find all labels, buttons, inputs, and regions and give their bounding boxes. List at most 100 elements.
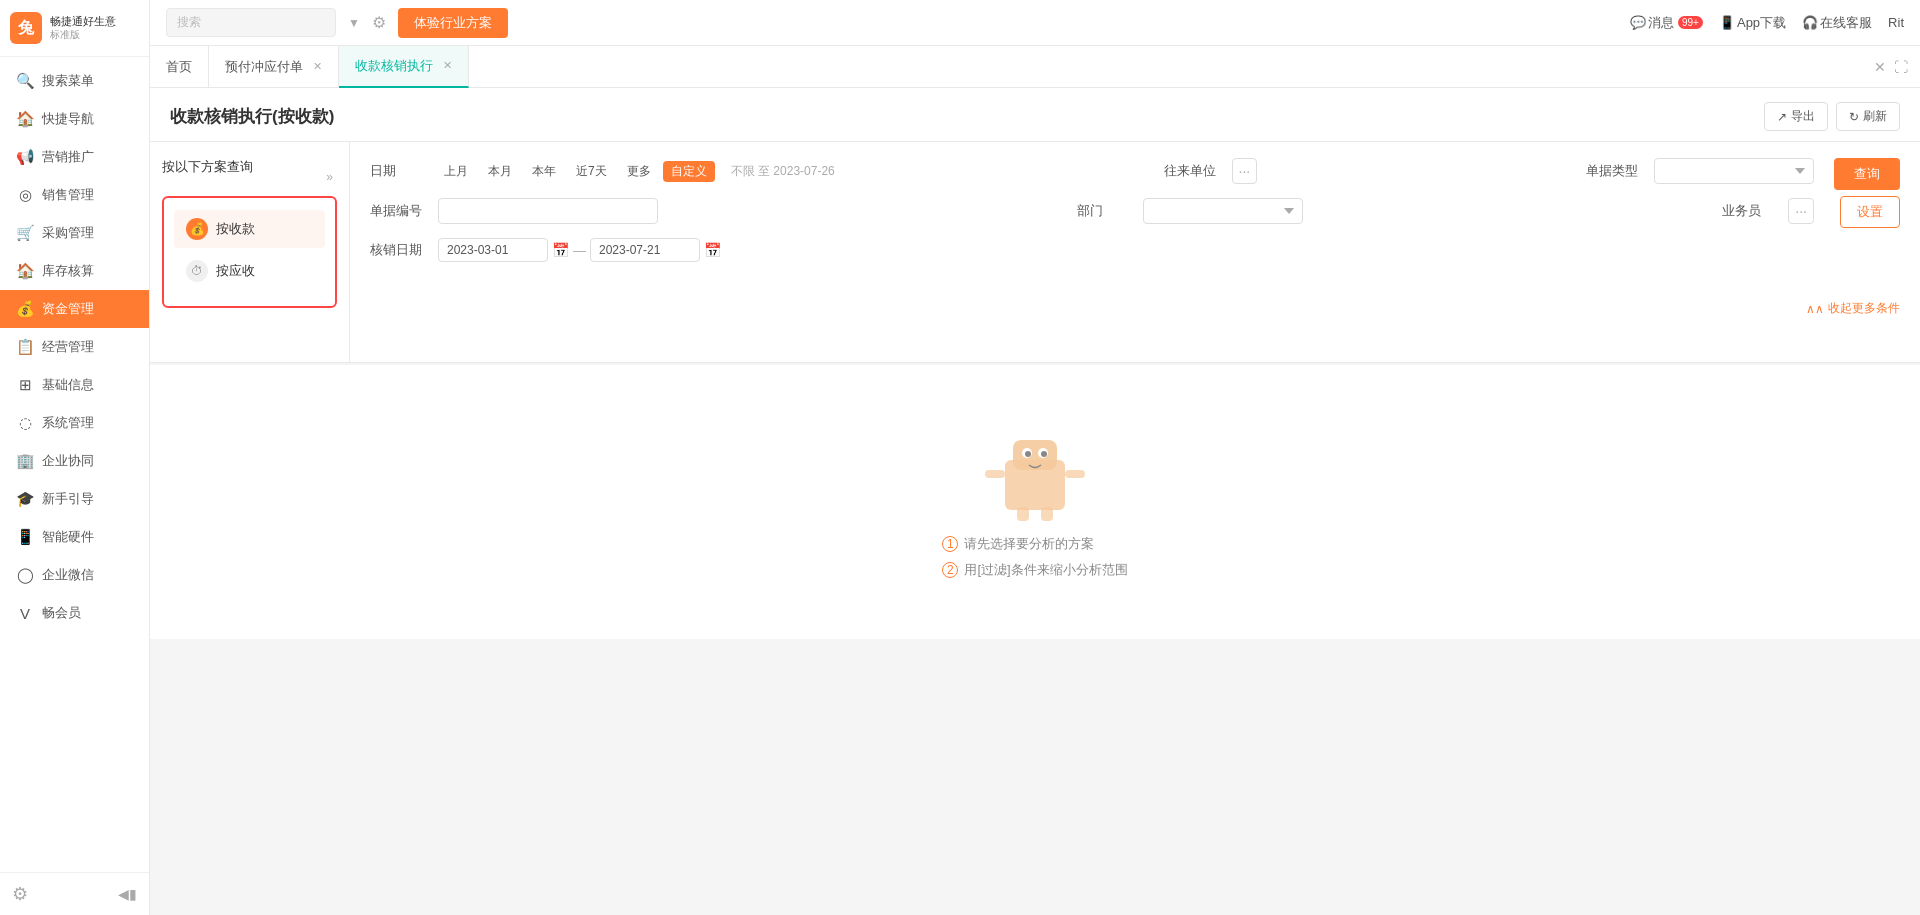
verify-date-start-input[interactable] <box>438 238 548 262</box>
marketing-icon: 📢 <box>16 148 34 166</box>
sidebar-item-hardware[interactable]: 📱 智能硬件 <box>0 518 149 556</box>
collapse-sidebar-icon[interactable]: ◀▮ <box>118 886 137 902</box>
user-name[interactable]: Rit <box>1888 15 1904 30</box>
sidebar-item-basic-info[interactable]: ⊞ 基础信息 <box>0 366 149 404</box>
doc-type-select[interactable] <box>1654 158 1814 184</box>
setting-button[interactable]: 设置 <box>1840 196 1900 228</box>
query-panel: 按以下方案查询 » 💰 按收款 ⏱ 按应收 <box>150 142 350 362</box>
doc-no-input[interactable] <box>438 198 658 224</box>
sidebar-item-label: 营销推广 <box>42 148 94 166</box>
tab-prepay-close-icon[interactable]: ✕ <box>313 60 322 73</box>
industry-solution-button[interactable]: 体验行业方案 <box>398 8 508 38</box>
date-btn-custom[interactable]: 自定义 <box>663 161 715 182</box>
staff-more-icon[interactable]: ··· <box>1788 198 1814 224</box>
query-option-receipt-label: 按收款 <box>216 220 255 238</box>
tab-home[interactable]: 首页 <box>150 46 209 88</box>
tab-actions: ✕ ⛶ <box>1874 59 1920 75</box>
topbar-left: 搜索 ▼ ⚙ 体验行业方案 <box>166 8 508 38</box>
sidebar-item-weixin[interactable]: ◯ 企业微信 <box>0 556 149 594</box>
main-area: 搜索 ▼ ⚙ 体验行业方案 💬 消息 99+ 📱 App下载 🎧 在线客服 Ri… <box>150 0 1920 915</box>
topbar: 搜索 ▼ ⚙ 体验行业方案 💬 消息 99+ 📱 App下载 🎧 在线客服 Ri… <box>150 0 1920 46</box>
sidebar-item-inventory[interactable]: 🏠 库存核算 <box>0 252 149 290</box>
sidebar-item-quick-nav[interactable]: 🏠 快捷导航 <box>0 100 149 138</box>
svg-rect-7 <box>1065 470 1085 478</box>
filter-row-1: 日期 上月 本月 本年 近7天 更多 自定义 不限 至 2023-07-26 <box>370 158 1814 184</box>
verify-date-start-calendar-icon[interactable]: 📅 <box>552 242 569 258</box>
verify-date-end-input[interactable] <box>590 238 700 262</box>
dept-label: 部门 <box>1077 202 1127 220</box>
date-shortcuts: 上月 本月 本年 近7天 更多 自定义 <box>436 161 715 182</box>
app-logo: 兔 畅捷通好生意 标准版 <box>0 0 149 57</box>
expand-icon[interactable]: ⛶ <box>1894 59 1908 75</box>
query-option-by-receipt[interactable]: 💰 按收款 <box>174 210 325 248</box>
tabbar: 首页 预付冲应付单 ✕ 收款核销执行 ✕ ✕ ⛶ <box>150 46 1920 88</box>
receivable-option-icon: ⏱ <box>186 260 208 282</box>
query-panel-collapse-icon[interactable]: » <box>322 166 337 188</box>
dropdown-arrow-icon[interactable]: ▼ <box>348 16 360 30</box>
export-label: 导出 <box>1791 108 1815 125</box>
empty-svg-icon <box>975 425 1095 525</box>
query-option-by-receivable[interactable]: ⏱ 按应收 <box>174 252 325 290</box>
tab-receipt-verify[interactable]: 收款核销执行 ✕ <box>339 46 469 88</box>
query-options-border: 💰 按收款 ⏱ 按应收 <box>162 196 337 308</box>
dept-select[interactable] <box>1143 198 1303 224</box>
finance-icon: 💰 <box>16 300 34 318</box>
message-badge: 99+ <box>1678 16 1703 29</box>
tab-prepay[interactable]: 预付冲应付单 ✕ <box>209 46 339 88</box>
page-header-actions: ↗ 导出 ↻ 刷新 <box>1764 102 1900 131</box>
basic-info-icon: ⊞ <box>16 376 34 394</box>
tab-prepay-label: 预付冲应付单 <box>225 58 303 76</box>
sidebar-item-enterprise[interactable]: 🏢 企业协同 <box>0 442 149 480</box>
sidebar-item-label: 搜索菜单 <box>42 72 94 90</box>
sidebar-item-guide[interactable]: 🎓 新手引导 <box>0 480 149 518</box>
filter-row-2: 单据编号 部门 业务员 ··· <box>370 198 1814 224</box>
search-icon: 🔍 <box>16 72 34 90</box>
query-button[interactable]: 查询 <box>1834 158 1900 190</box>
date-btn-7days[interactable]: 近7天 <box>568 161 615 182</box>
sidebar-item-sales[interactable]: ◎ 销售管理 <box>0 176 149 214</box>
sidebar-item-label: 快捷导航 <box>42 110 94 128</box>
sidebar-item-label: 采购管理 <box>42 224 94 242</box>
sidebar-item-label: 畅会员 <box>42 604 81 622</box>
date-label: 日期 <box>370 162 420 180</box>
gear-settings-icon[interactable]: ⚙ <box>372 13 386 32</box>
empty-illustration <box>975 425 1095 525</box>
enterprise-icon: 🏢 <box>16 452 34 470</box>
sidebar-item-finance[interactable]: 💰 资金管理 <box>0 290 149 328</box>
sidebar-item-search[interactable]: 🔍 搜索菜单 <box>0 62 149 100</box>
date-btn-this-year[interactable]: 本年 <box>524 161 564 182</box>
staff-label: 业务员 <box>1722 202 1772 220</box>
partner-more-icon[interactable]: ··· <box>1232 158 1258 184</box>
date-separator: — <box>573 243 586 258</box>
sidebar-item-purchase[interactable]: 🛒 采购管理 <box>0 214 149 252</box>
verify-date-end-calendar-icon[interactable]: 📅 <box>704 242 721 258</box>
app-download-item[interactable]: 📱 App下载 <box>1719 14 1786 32</box>
weixin-icon: ◯ <box>16 566 34 584</box>
refresh-icon: ↻ <box>1849 110 1859 124</box>
sidebar-item-operations[interactable]: 📋 经营管理 <box>0 328 149 366</box>
date-btn-last-month[interactable]: 上月 <box>436 161 476 182</box>
doc-no-label: 单据编号 <box>370 202 422 220</box>
sidebar-item-label: 经营管理 <box>42 338 94 356</box>
online-service-label: 在线客服 <box>1820 14 1872 32</box>
logo-name: 畅捷通好生意 <box>50 14 116 28</box>
receipt-option-icon: 💰 <box>186 218 208 240</box>
search-placeholder: 搜索 <box>177 15 201 29</box>
close-all-icon[interactable]: ✕ <box>1874 59 1886 75</box>
sidebar-item-member[interactable]: V 畅会员 <box>0 594 149 632</box>
tab-receipt-verify-close-icon[interactable]: ✕ <box>443 59 452 72</box>
settings-icon[interactable]: ⚙ <box>12 883 28 905</box>
collapse-more-conditions[interactable]: ∧∧ 收起更多条件 <box>350 292 1920 325</box>
sidebar-item-marketing[interactable]: 📢 营销推广 <box>0 138 149 176</box>
message-item[interactable]: 💬 消息 99+ <box>1630 14 1703 32</box>
export-button[interactable]: ↗ 导出 <box>1764 102 1828 131</box>
operations-icon: 📋 <box>16 338 34 356</box>
sidebar-item-label: 资金管理 <box>42 300 94 318</box>
date-btn-this-month[interactable]: 本月 <box>480 161 520 182</box>
svg-rect-9 <box>1041 507 1053 521</box>
date-btn-more[interactable]: 更多 <box>619 161 659 182</box>
online-service-item[interactable]: 🎧 在线客服 <box>1802 14 1872 32</box>
topbar-right: 💬 消息 99+ 📱 App下载 🎧 在线客服 Rit <box>1630 14 1904 32</box>
sidebar-item-system[interactable]: ◌ 系统管理 <box>0 404 149 442</box>
refresh-button[interactable]: ↻ 刷新 <box>1836 102 1900 131</box>
